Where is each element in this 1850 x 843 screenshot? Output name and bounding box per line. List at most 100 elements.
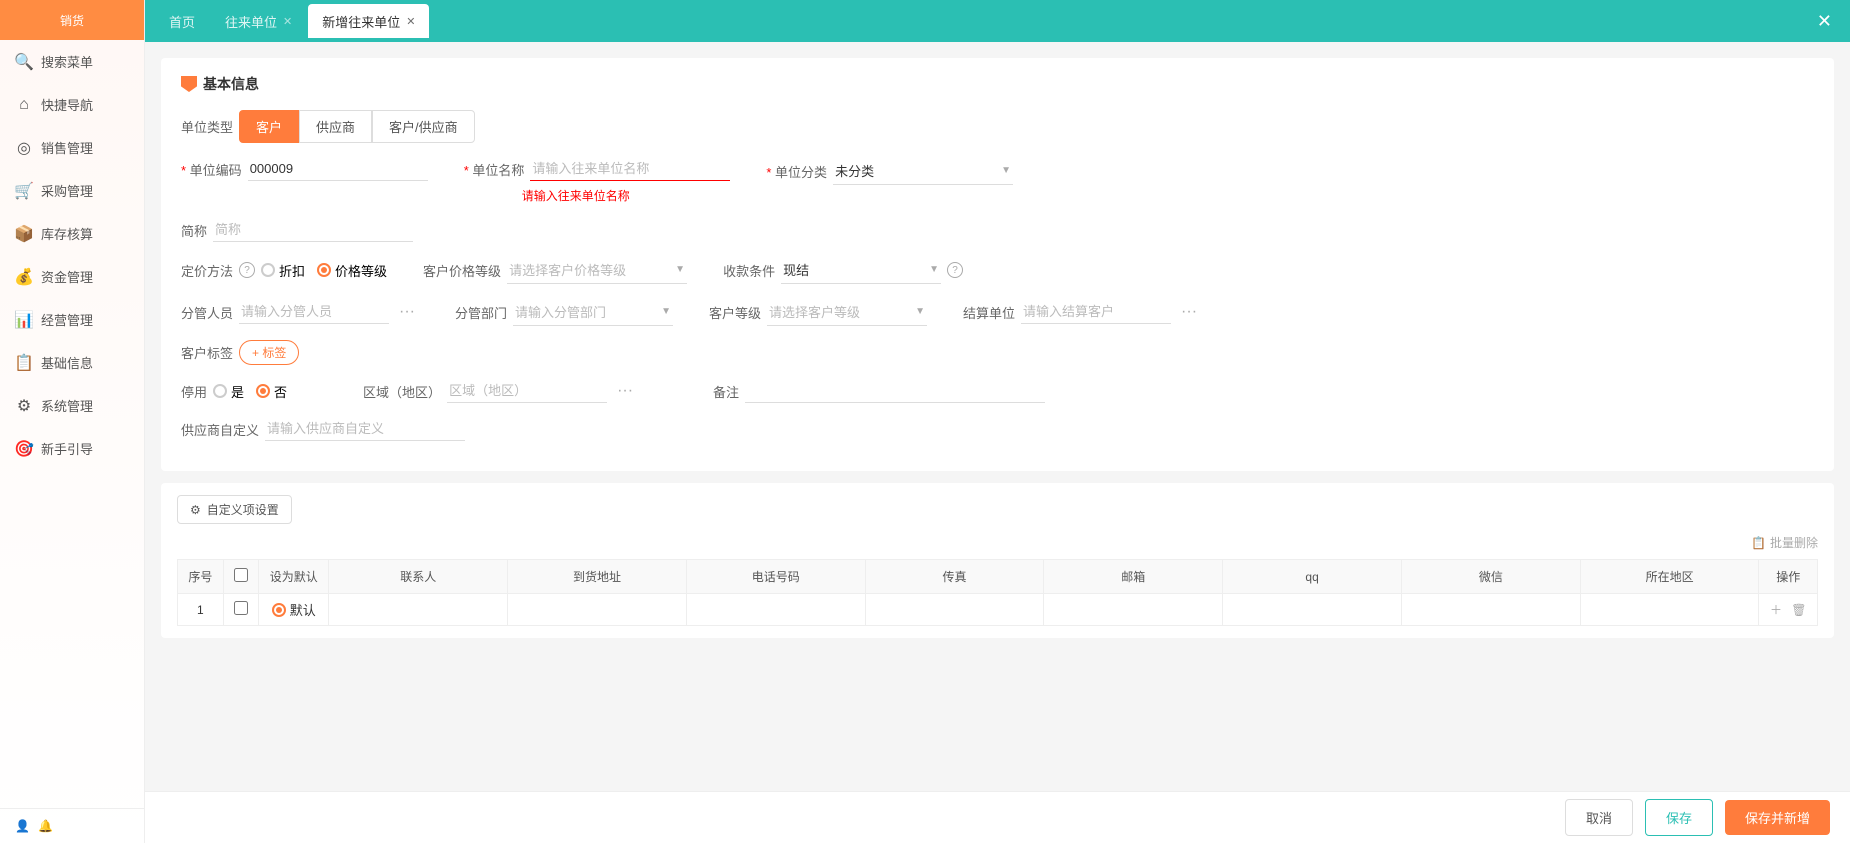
department-placeholder: 请输入分管部门 — [515, 302, 606, 321]
type-btn-supplier[interactable]: 供应商 — [299, 110, 372, 143]
save-new-button[interactable]: 保存并新增 — [1725, 800, 1830, 835]
sidebar-item-quick-nav[interactable]: ⌂ 快捷导航 — [0, 83, 144, 126]
window-close-btn[interactable]: ✕ — [1809, 11, 1840, 32]
sidebar-item-sales[interactable]: ◎ 销售管理 — [0, 126, 144, 169]
unit-name-error: 请输入往来单位名称 — [522, 189, 630, 203]
tab-partners[interactable]: 往来单位 ✕ — [211, 4, 306, 38]
sidebar-bottom: 👤 🔔 — [0, 808, 144, 843]
chevron-down-icon: ▼ — [929, 264, 939, 275]
supplier-custom-input[interactable] — [265, 417, 465, 441]
payment-terms-value: 现结 — [783, 260, 809, 279]
sidebar-item-label: 基础信息 — [41, 353, 93, 372]
payment-terms-question-icon[interactable]: ? — [947, 262, 963, 278]
unit-name-label: 单位名称 — [464, 160, 525, 179]
sidebar-item-inventory[interactable]: 📦 库存核算 — [0, 212, 144, 255]
radio-price-level[interactable]: 价格等级 — [317, 261, 387, 280]
cell-fax — [865, 594, 1044, 626]
sidebar-item-label: 资金管理 — [41, 267, 93, 286]
radio-yes-circle — [213, 384, 227, 398]
settlement-ellipsis-btn[interactable]: ··· — [1177, 303, 1201, 321]
pricing-question-icon[interactable]: ? — [239, 262, 255, 278]
manager-input[interactable] — [239, 300, 389, 324]
region-label: 区域（地区） — [363, 382, 441, 401]
tab-bar: 首页 往来单位 ✕ 新增往来单位 ✕ ✕ — [145, 0, 1850, 42]
department-label: 分管部门 — [455, 303, 507, 322]
email-input[interactable] — [1054, 603, 1212, 617]
manager-ellipsis-btn[interactable]: ··· — [395, 303, 419, 321]
unit-name-input[interactable] — [530, 157, 730, 181]
sidebar-item-basic-info[interactable]: 📋 基础信息 — [0, 341, 144, 384]
payment-terms-select[interactable]: 现结 ▼ — [781, 256, 941, 284]
region-table-input[interactable] — [1591, 603, 1749, 617]
sidebar-item-operation[interactable]: 📊 经营管理 — [0, 298, 144, 341]
tab-add-partner[interactable]: 新增往来单位 ✕ — [308, 4, 429, 38]
region-ellipsis-btn[interactable]: ··· — [613, 382, 637, 400]
tab-add-partner-close[interactable]: ✕ — [406, 15, 415, 28]
unit-category-select[interactable]: 未分类 ▼ — [833, 157, 1013, 185]
main-content: 首页 往来单位 ✕ 新增往来单位 ✕ ✕ 基本信息 单位类型 客户 — [145, 0, 1850, 843]
cancel-button[interactable]: 取消 — [1565, 799, 1633, 836]
customer-price-select[interactable]: 请选择客户价格等级 ▼ — [507, 256, 687, 284]
home-icon: ⌂ — [15, 96, 33, 114]
notes-input[interactable] — [745, 379, 1045, 403]
fax-input[interactable] — [876, 603, 1034, 617]
tab-partners-close[interactable]: ✕ — [283, 15, 292, 28]
cell-address — [508, 594, 687, 626]
wechat-input[interactable] — [1412, 603, 1570, 617]
department-select[interactable]: 请输入分管部门 ▼ — [513, 298, 673, 326]
unit-type-group: 单位类型 客户 供应商 客户/供应商 — [181, 110, 475, 143]
unit-type-label: 单位类型 — [181, 117, 233, 136]
finance-icon: 💰 — [15, 268, 33, 286]
contact-input[interactable] — [339, 603, 497, 617]
radio-no-label: 否 — [274, 382, 287, 401]
address-input[interactable] — [518, 603, 676, 617]
sidebar-item-guide[interactable]: 🎯 新手引导 — [0, 427, 144, 470]
col-fax: 传真 — [865, 560, 1044, 594]
custom-settings-btn[interactable]: ⚙ 自定义项设置 — [177, 495, 292, 524]
phone-input[interactable] — [697, 603, 855, 617]
sidebar-item-search-menu[interactable]: 🔍 搜索菜单 — [0, 40, 144, 83]
select-all-checkbox[interactable] — [234, 568, 248, 582]
radio-yes[interactable]: 是 — [213, 382, 244, 401]
radio-discount[interactable]: 折扣 — [261, 261, 305, 280]
col-wechat: 微信 — [1401, 560, 1580, 594]
chevron-down-icon: ▼ — [915, 306, 925, 317]
col-checkbox — [223, 560, 259, 594]
cell-index: 1 — [178, 594, 224, 626]
unit-code-input[interactable] — [248, 157, 428, 181]
gear-icon: ⚙ — [190, 503, 201, 517]
delete-row-btn[interactable]: 🗑 — [1791, 603, 1806, 617]
form-area: 基本信息 单位类型 客户 供应商 客户/供应商 单位编码 — [145, 42, 1850, 791]
search-icon: 🔍 — [15, 53, 33, 71]
table-head: 序号 设为默认 联系人 到货地址 电话号码 传真 邮箱 qq 微信 所在地区 操… — [178, 560, 1818, 594]
col-email: 邮箱 — [1044, 560, 1223, 594]
supplier-custom-label: 供应商自定义 — [181, 420, 259, 439]
radio-no[interactable]: 否 — [256, 382, 287, 401]
cell-actions: ＋ 🗑 — [1759, 594, 1818, 626]
notification-icon: 🔔 — [38, 819, 53, 833]
customer-level-select[interactable]: 请选择客户等级 ▼ — [767, 298, 927, 326]
add-row-btn[interactable]: ＋ — [1770, 603, 1782, 617]
batch-delete-btn[interactable]: 📋 批量删除 — [1751, 534, 1818, 551]
chevron-down-icon: ▼ — [1001, 165, 1011, 176]
region-input[interactable] — [447, 379, 607, 403]
tab-home[interactable]: 首页 — [155, 4, 209, 38]
sales-icon: ◎ — [15, 139, 33, 157]
type-btn-both[interactable]: 客户/供应商 — [372, 110, 475, 143]
save-button[interactable]: 保存 — [1645, 799, 1713, 836]
col-qq: qq — [1223, 560, 1402, 594]
type-btn-customer[interactable]: 客户 — [239, 110, 299, 143]
sidebar-item-system[interactable]: ⚙ 系统管理 — [0, 384, 144, 427]
settlement-input[interactable] — [1021, 300, 1171, 324]
default-radio[interactable]: 默认 — [269, 600, 318, 619]
footer: 取消 保存 保存并新增 — [145, 791, 1850, 843]
sidebar-item-purchase[interactable]: 🛒 采购管理 — [0, 169, 144, 212]
abbreviation-input[interactable] — [213, 218, 413, 242]
sidebar-item-finance[interactable]: 💰 资金管理 — [0, 255, 144, 298]
qq-input[interactable] — [1233, 603, 1391, 617]
unit-code-label: 单位编码 — [181, 160, 242, 179]
sidebar-item-label: 快捷导航 — [41, 95, 93, 114]
sidebar: 销货 🔍 搜索菜单 ⌂ 快捷导航 ◎ 销售管理 🛒 采购管理 📦 库存核算 💰 … — [0, 0, 145, 843]
row-checkbox[interactable] — [234, 601, 248, 615]
add-tag-btn[interactable]: + 标签 — [239, 340, 299, 365]
